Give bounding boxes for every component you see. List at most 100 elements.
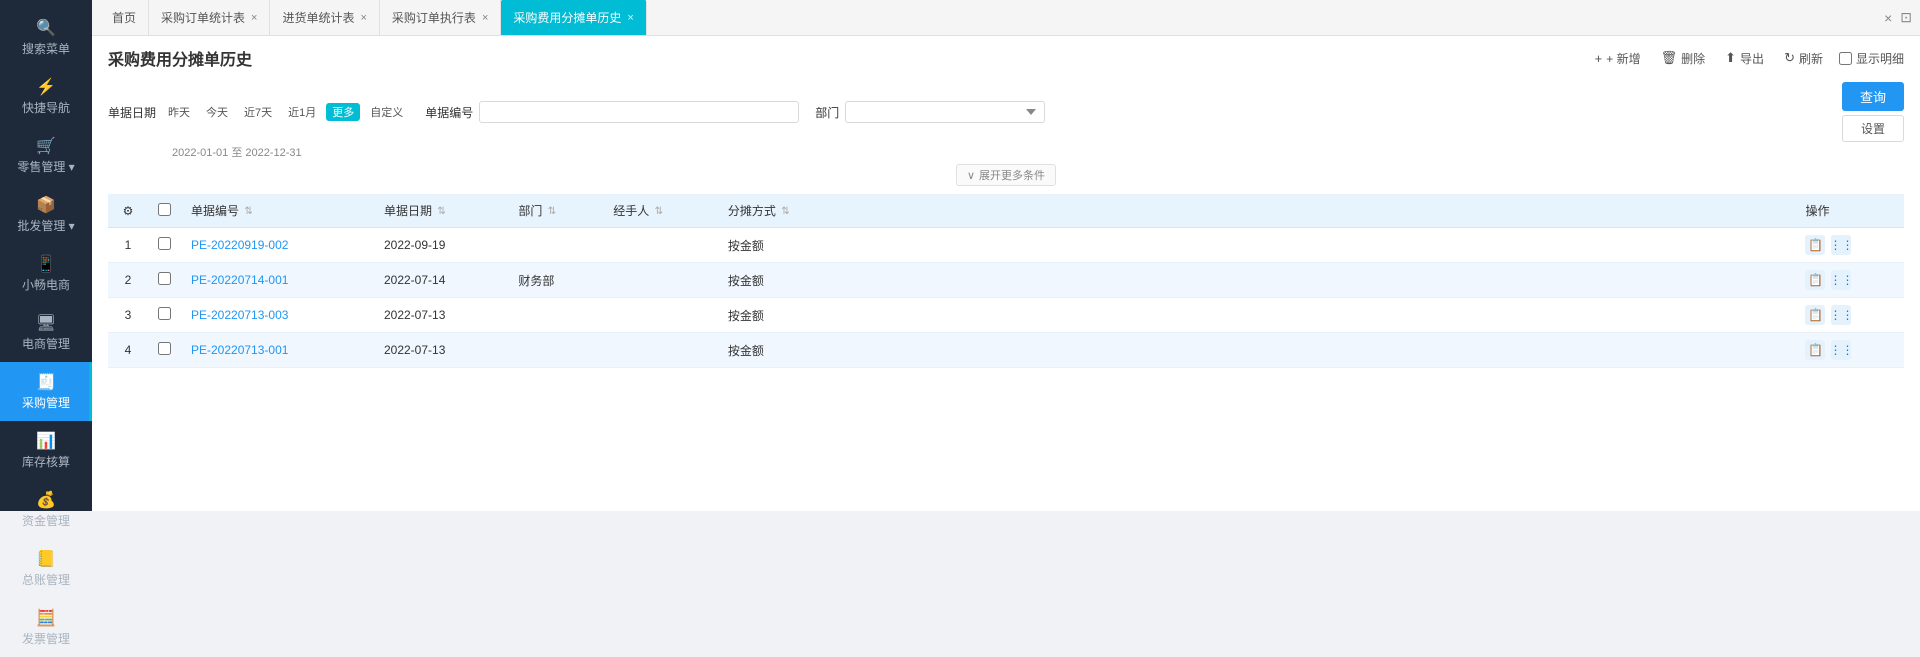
doc-no-link[interactable]: PE-20220919-002 — [191, 238, 288, 252]
tab-goods-receipt-stats[interactable]: 进货单统计表 × — [270, 0, 379, 35]
sidebar-item-invoice-mgmt[interactable]: 🧮 发票管理 — [0, 598, 92, 657]
sidebar-item-inventory[interactable]: 📊 库存核算 — [0, 421, 92, 480]
row-checkbox[interactable] — [158, 237, 171, 250]
invoice-icon: 🧮 — [4, 608, 88, 628]
search-menu-icon: 🔍 — [4, 18, 88, 38]
filter-settings-button[interactable]: 设置 — [1842, 115, 1904, 142]
date-btn-more[interactable]: 更多 — [326, 103, 360, 121]
expand-more-button[interactable]: ∨ 展开更多条件 — [956, 164, 1056, 186]
row-checkbox-cell[interactable] — [148, 228, 181, 263]
table-row: 4 PE-20220713-001 2022-07-13 按金额 📋 ⋮⋮ — [108, 333, 1904, 368]
sidebar-item-ledger-mgmt[interactable]: 📒 总账管理 — [0, 539, 92, 598]
col-header-split-method: 分摊方式 ⇅ — [718, 194, 1796, 228]
quick-nav-icon: ⚡ — [4, 77, 88, 97]
sort-doc-no-icon[interactable]: ⇅ — [244, 206, 252, 217]
row-dept — [508, 298, 603, 333]
row-checkbox-cell[interactable] — [148, 263, 181, 298]
select-all-checkbox[interactable] — [158, 203, 171, 216]
tab-purchase-order-stats[interactable]: 采购订单统计表 × — [149, 0, 270, 35]
row-more-icon[interactable]: ⋮⋮ — [1831, 305, 1851, 325]
add-button[interactable]: + + 新增 — [1591, 48, 1645, 69]
doc-no-link[interactable]: PE-20220713-001 — [191, 343, 288, 357]
row-more-icon[interactable]: ⋮⋮ — [1831, 270, 1851, 290]
close-tab-purchase-cost-split[interactable]: × — [627, 12, 633, 24]
sort-dept-icon[interactable]: ⇅ — [548, 206, 556, 217]
date-shortcuts: 昨天 今天 近7天 近1月 更多 自定义 — [162, 103, 409, 121]
sidebar-item-wholesale-mgmt[interactable]: 📦 批发管理 ▾ — [0, 185, 92, 244]
close-tab-goods-receipt-stats[interactable]: × — [360, 12, 366, 24]
purchase-icon: 🧾 — [4, 372, 88, 392]
filter-area: 单据日期 昨天 今天 近7天 近1月 更多 自定义 单据编号 部门 — [92, 76, 1920, 194]
delete-icon: 🗑 — [1661, 50, 1678, 66]
main-content: 首页 采购订单统计表 × 进货单统计表 × 采购订单执行表 × 采购费用分摊单历… — [92, 0, 1920, 511]
row-doc-date: 2022-07-14 — [374, 263, 508, 298]
delete-button[interactable]: 🗑 删除 — [1657, 48, 1710, 69]
sort-doc-date-icon[interactable]: ⇅ — [437, 206, 445, 217]
date-btn-today[interactable]: 今天 — [200, 103, 234, 121]
sidebar-item-ecom-mgmt[interactable]: 🖥 电商管理 — [0, 303, 92, 362]
date-btn-7days[interactable]: 近7天 — [238, 103, 278, 121]
doc-no-link[interactable]: PE-20220713-003 — [191, 308, 288, 322]
row-checkbox-cell[interactable] — [148, 333, 181, 368]
sidebar-item-mini-ecom[interactable]: 📱 小畅电商 — [0, 244, 92, 303]
date-btn-1month[interactable]: 近1月 — [282, 103, 322, 121]
row-edit-icon[interactable]: 📋 — [1805, 305, 1825, 325]
row-checkbox[interactable] — [158, 342, 171, 355]
toolbar: + + 新增 🗑 删除 ⬆ 导出 ↻ 刷新 显示明细 — [1591, 48, 1904, 69]
settings-icon[interactable]: ⚙ — [123, 204, 134, 218]
doc-no-input[interactable] — [479, 101, 799, 123]
close-window-icon[interactable]: × — [1884, 10, 1892, 26]
row-edit-icon[interactable]: 📋 — [1805, 270, 1825, 290]
row-num: 4 — [108, 333, 148, 368]
col-header-settings[interactable]: ⚙ — [108, 194, 148, 228]
sort-handler-icon[interactable]: ⇅ — [655, 206, 663, 217]
sidebar-item-purchase-mgmt[interactable]: 🧾 采购管理 — [0, 362, 92, 421]
table-container: ⚙ 单据编号 ⇅ 单据日期 ⇅ 部门 ⇅ — [92, 194, 1920, 511]
row-actions: 📋 ⋮⋮ — [1795, 228, 1904, 263]
inventory-icon: 📊 — [4, 431, 88, 451]
row-dept — [508, 333, 603, 368]
retail-icon: 🛒 — [4, 136, 88, 156]
tab-actions: × ⊡ — [1884, 9, 1912, 26]
refresh-button[interactable]: ↻ 刷新 — [1780, 48, 1827, 69]
query-button[interactable]: 查询 — [1842, 82, 1904, 111]
row-edit-icon[interactable]: 📋 — [1805, 340, 1825, 360]
col-header-doc-no: 单据编号 ⇅ — [181, 194, 374, 228]
row-handler — [603, 333, 718, 368]
col-header-check[interactable] — [148, 194, 181, 228]
export-button[interactable]: ⬆ 导出 — [1721, 48, 1768, 69]
show-cols-checkbox[interactable] — [1839, 52, 1852, 65]
sidebar: 🔍 搜索菜单 ⚡ 快捷导航 🛒 零售管理 ▾ 📦 批发管理 ▾ 📱 小畅电商 🖥… — [0, 0, 92, 511]
expand-more-container: ∨ 展开更多条件 — [108, 164, 1904, 186]
row-checkbox-cell[interactable] — [148, 298, 181, 333]
tab-purchase-order-exec[interactable]: 采购订单执行表 × — [380, 0, 501, 35]
date-btn-yesterday[interactable]: 昨天 — [162, 103, 196, 121]
row-more-icon[interactable]: ⋮⋮ — [1831, 235, 1851, 255]
restore-window-icon[interactable]: ⊡ — [1900, 9, 1912, 26]
dept-select[interactable]: 财务部 — [845, 101, 1045, 123]
row-edit-icon[interactable]: 📋 — [1805, 235, 1825, 255]
page-title: 采购费用分摊单历史 — [108, 46, 252, 70]
row-doc-no: PE-20220713-001 — [181, 333, 374, 368]
sidebar-item-search-menu[interactable]: 🔍 搜索菜单 — [0, 8, 92, 67]
row-more-icon[interactable]: ⋮⋮ — [1831, 340, 1851, 360]
close-tab-purchase-order-exec[interactable]: × — [482, 12, 488, 24]
tab-purchase-cost-split[interactable]: 采购费用分摊单历史 × — [501, 0, 646, 35]
finance-icon: 💰 — [4, 490, 88, 510]
tab-home[interactable]: 首页 — [100, 0, 149, 35]
date-btn-custom[interactable]: 自定义 — [364, 103, 409, 121]
doc-no-link[interactable]: PE-20220714-001 — [191, 273, 288, 287]
close-tab-purchase-order-stats[interactable]: × — [251, 12, 257, 24]
row-checkbox[interactable] — [158, 272, 171, 285]
row-checkbox[interactable] — [158, 307, 171, 320]
show-cols-toggle[interactable]: 显示明细 — [1839, 50, 1904, 67]
sidebar-item-finance-mgmt[interactable]: 💰 资金管理 — [0, 480, 92, 539]
row-dept — [508, 228, 603, 263]
filter-row: 单据日期 昨天 今天 近7天 近1月 更多 自定义 单据编号 部门 — [108, 82, 1904, 142]
table-header-row: ⚙ 单据编号 ⇅ 单据日期 ⇅ 部门 ⇅ — [108, 194, 1904, 228]
sidebar-item-quick-nav[interactable]: ⚡ 快捷导航 — [0, 67, 92, 126]
sort-split-icon[interactable]: ⇅ — [781, 206, 789, 217]
sidebar-item-retail-mgmt[interactable]: 🛒 零售管理 ▾ — [0, 126, 92, 185]
row-actions: 📋 ⋮⋮ — [1795, 298, 1904, 333]
row-num: 3 — [108, 298, 148, 333]
